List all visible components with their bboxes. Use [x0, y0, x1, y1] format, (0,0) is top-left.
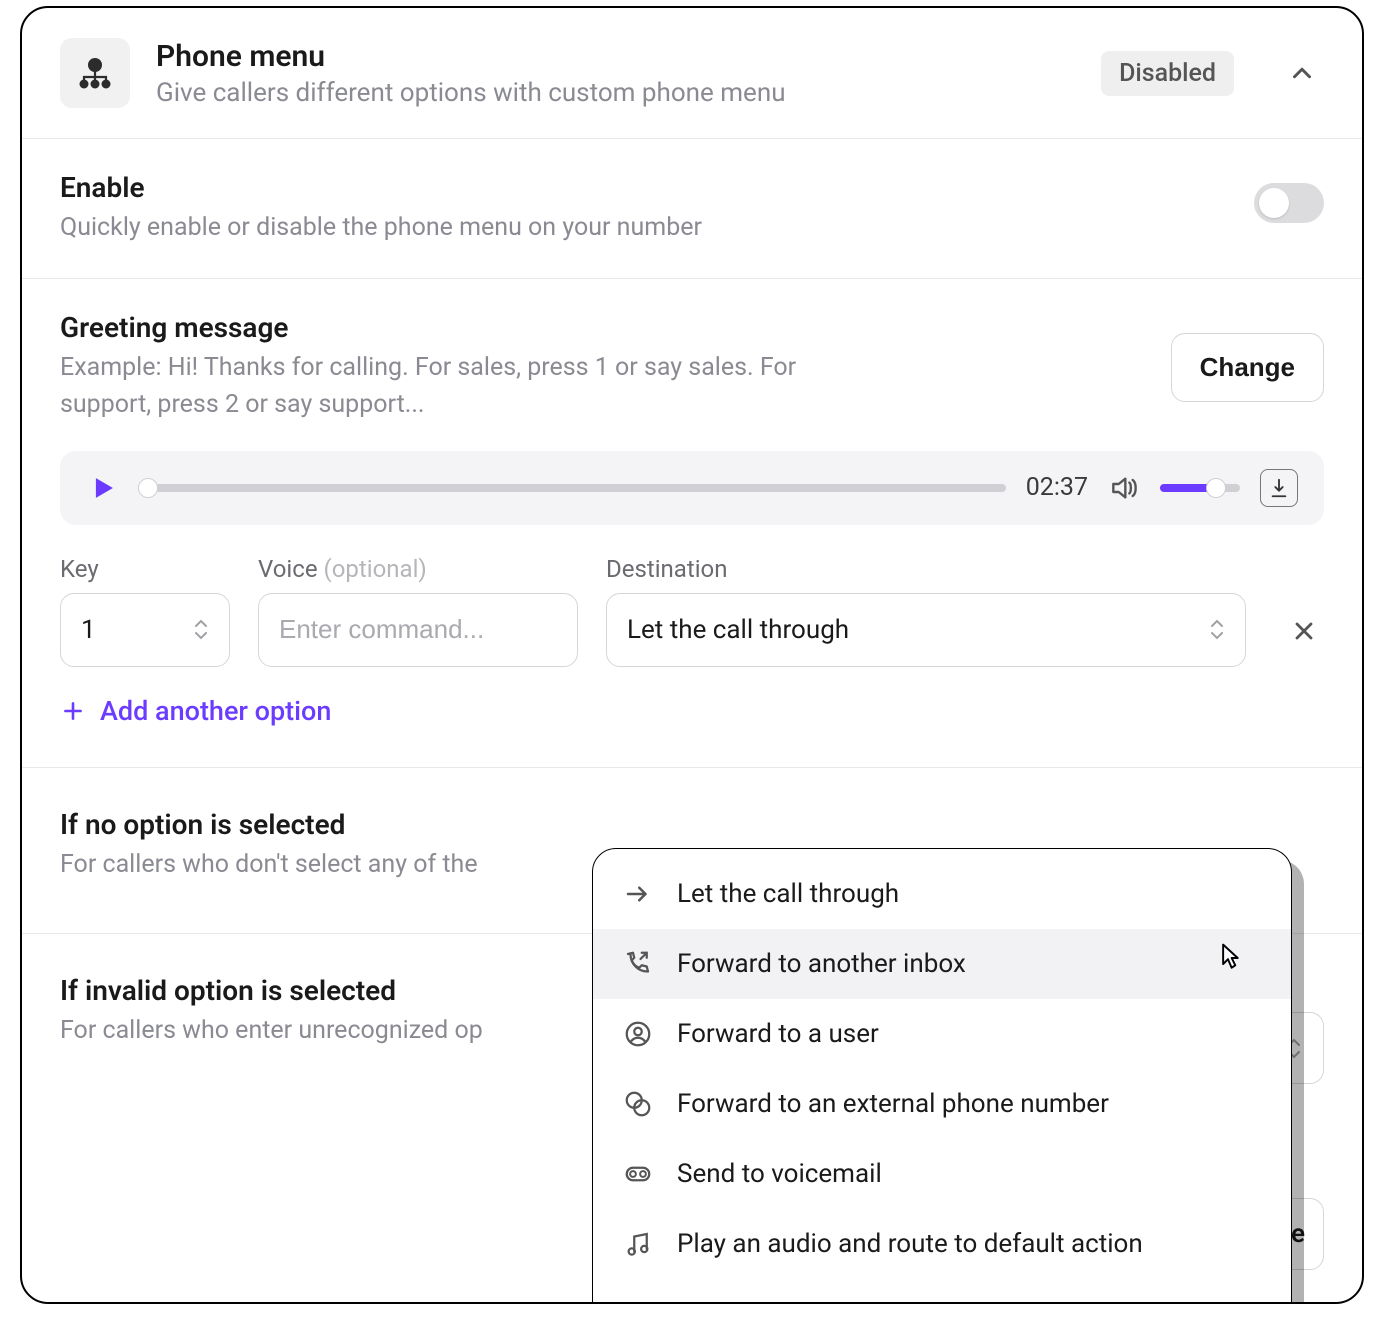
no-option-title: If no option is selected — [60, 808, 1324, 841]
audio-player: 02:37 — [60, 451, 1324, 525]
chevron-up-icon — [1287, 58, 1317, 88]
menu-item-forward-inbox[interactable]: Forward to another inbox — [593, 929, 1291, 999]
audio-time: 02:37 — [1026, 473, 1088, 502]
download-icon — [1268, 477, 1290, 499]
status-badge: Disabled — [1101, 51, 1234, 96]
seek-slider[interactable] — [140, 484, 1006, 492]
menu-item-let-call-through[interactable]: Let the call through — [593, 859, 1291, 929]
play-icon — [86, 471, 120, 505]
key-label: Key — [60, 555, 230, 583]
greeting-section: Greeting message Example: Hi! Thanks for… — [22, 279, 1362, 768]
menu-item-forward-external[interactable]: Forward to an external phone number — [593, 1069, 1291, 1139]
add-option-button[interactable]: Add another option — [60, 695, 1324, 727]
user-icon — [621, 1017, 655, 1051]
destination-dropdown: Let the call through Forward to another … — [592, 848, 1292, 1304]
call-forward-icon — [621, 947, 655, 981]
menu-item-play-audio[interactable]: Play an audio and route to default actio… — [593, 1209, 1291, 1279]
destination-label: Destination — [606, 555, 1256, 583]
music-note-icon — [621, 1227, 655, 1261]
play-button[interactable] — [86, 471, 120, 505]
external-number-icon — [621, 1087, 655, 1121]
option-row: Key 1 Voice (optional) Destinat — [60, 555, 1324, 667]
greeting-title: Greeting message — [60, 311, 880, 344]
key-select[interactable]: 1 — [60, 593, 230, 667]
enable-subtitle: Quickly enable or disable the phone menu… — [60, 210, 702, 246]
close-icon — [1290, 617, 1318, 645]
plus-icon — [60, 698, 86, 724]
destination-value: Let the call through — [627, 615, 849, 645]
enable-toggle[interactable] — [1254, 183, 1324, 223]
key-value: 1 — [81, 615, 96, 645]
voicemail-icon — [621, 1157, 655, 1191]
remove-row-button[interactable] — [1284, 611, 1324, 651]
dialpad-icon — [621, 1297, 655, 1304]
arrow-right-icon — [621, 877, 655, 911]
voice-label: Voice (optional) — [258, 555, 578, 583]
voice-input-wrap — [258, 593, 578, 667]
enable-section: Enable Quickly enable or disable the pho… — [22, 139, 1362, 279]
panel-subtitle: Give callers different options with cust… — [156, 78, 1075, 108]
volume-slider[interactable] — [1160, 484, 1240, 492]
menu-item-forward-user[interactable]: Forward to a user — [593, 999, 1291, 1069]
panel-title: Phone menu — [156, 39, 1075, 74]
stepper-icon — [1209, 619, 1225, 640]
greeting-subtitle: Example: Hi! Thanks for calling. For sal… — [60, 350, 880, 423]
panel-header: Phone menu Give callers different option… — [22, 8, 1362, 138]
collapse-button[interactable] — [1280, 51, 1324, 95]
menu-item-voicemail[interactable]: Send to voicemail — [593, 1139, 1291, 1209]
destination-select[interactable]: Let the call through — [606, 593, 1246, 667]
stepper-icon — [193, 619, 209, 640]
phone-menu-ivr-icon — [60, 38, 130, 108]
voice-input[interactable] — [279, 614, 557, 645]
cursor-icon — [1213, 941, 1243, 975]
volume-button[interactable] — [1108, 472, 1140, 504]
download-button[interactable] — [1260, 469, 1298, 507]
change-greeting-button[interactable]: Change — [1171, 333, 1324, 402]
menu-item-additional-menu[interactable]: Send to additional phone menu — [593, 1279, 1291, 1304]
volume-icon — [1108, 472, 1140, 504]
enable-title: Enable — [60, 171, 702, 204]
